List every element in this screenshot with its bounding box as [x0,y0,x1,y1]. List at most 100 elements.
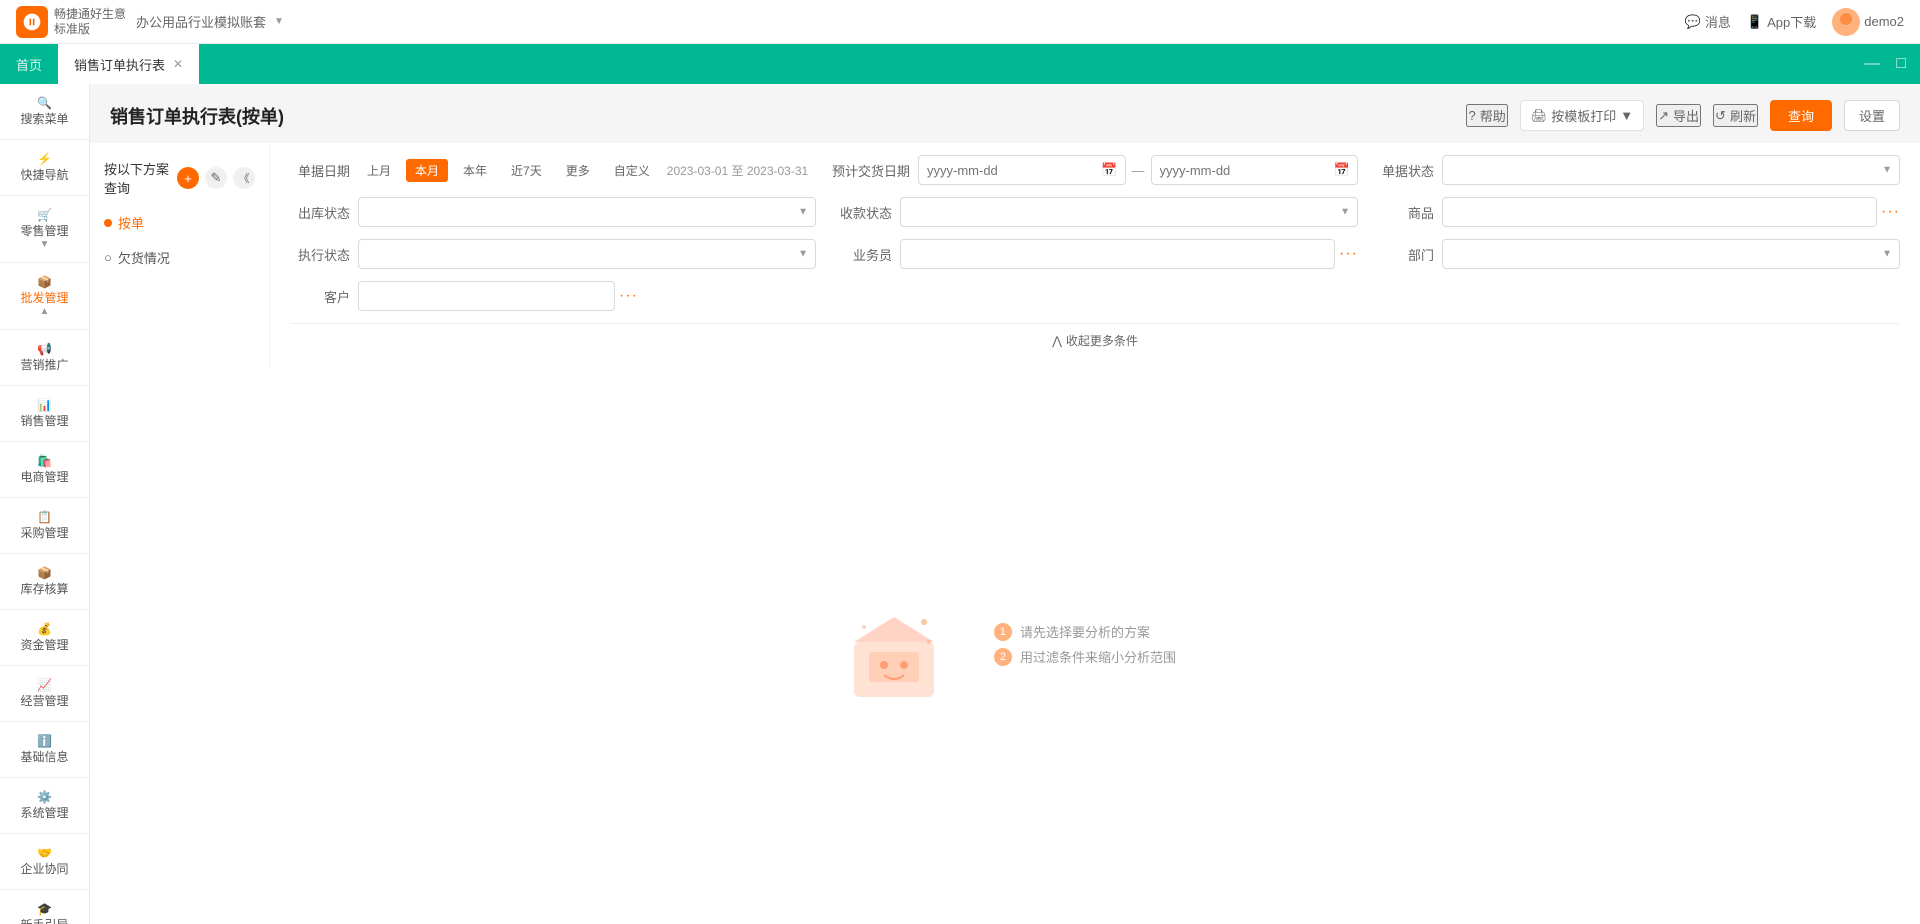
hint-item-1: 1 请先选择要分析的方案 [994,622,1176,641]
goods-label: 商品 [1374,203,1434,222]
filter-group-doc-status: 单据状态 [1374,155,1900,185]
sidebar-item-search[interactable]: 🔍 搜索菜单 [0,84,89,140]
sidebar-item-operations[interactable]: 📈 经营管理 [0,666,89,722]
print-icon: 🖨 [1531,108,1548,124]
tab-maximize-icon[interactable]: □ [1890,51,1912,77]
customer-more-icon[interactable]: ··· [619,287,638,305]
chip-this-month[interactable]: 本月 [406,159,448,182]
filter-form: 单据日期 上月 本月 本年 近7天 更多 自定义 2023-03-01 至 20… [270,143,1920,369]
tab-home[interactable]: 首页 [0,44,58,84]
page-actions: ? 帮助 🖨 按模板打印 ▼ ↗ 导出 ↺ 刷新 查询 设置 [1466,100,1900,131]
sidebar: 🔍 搜索菜单 ⚡ 快捷导航 🛒 零售管理 ▼ 📦 批发管理 ▲ 📢 营销推广 📊… [0,84,90,924]
help-button[interactable]: ? 帮助 [1466,104,1507,127]
chip-this-year[interactable]: 本年 [454,159,496,182]
date-from-input[interactable] [918,155,1126,185]
add-scheme-button[interactable]: + [177,167,199,189]
message-button[interactable]: 💬 消息 [1685,12,1731,31]
date-to-input[interactable] [1151,155,1359,185]
exec-status-label: 执行状态 [290,245,350,264]
doc-status-select[interactable] [1442,155,1900,185]
user-menu[interactable]: demo2 [1832,8,1904,36]
content-area: 销售订单执行表(按单) ? 帮助 🖨 按模板打印 ▼ ↗ 导出 ↺ 刷新 [90,84,1920,924]
expected-date-label: 预计交货日期 [832,161,910,180]
doc-status-select-wrap [1442,155,1900,185]
date-range-group: 📅 — 📅 [918,155,1358,185]
goods-more-icon[interactable]: ··· [1881,203,1900,221]
tab-bar-actions: — □ [1858,51,1920,77]
breadcrumb-arrow-icon: ▼ [274,16,284,27]
breadcrumb[interactable]: 办公用品行业模拟账套 ▼ [136,12,284,31]
dept-select[interactable] [1442,239,1900,269]
newbie-icon: 🎓 [37,902,52,916]
out-status-select-wrap [358,197,816,227]
wholesale-icon: 📦 [37,275,52,289]
query-button[interactable]: 查询 [1770,100,1832,131]
filter-group-out-status: 出库状态 [290,197,816,227]
edit-scheme-button[interactable]: ✎ [205,167,227,189]
sidebar-item-inventory[interactable]: 📦 库存核算 [0,554,89,610]
sidebar-item-quick-nav[interactable]: ⚡ 快捷导航 [0,140,89,196]
chip-more[interactable]: 更多 [557,159,599,182]
marketing-icon: 📢 [37,342,52,356]
print-arrow-icon: ▼ [1620,108,1633,123]
sidebar-item-retail[interactable]: 🛒 零售管理 ▼ [0,196,89,263]
sidebar-item-wholesale[interactable]: 📦 批发管理 ▲ [0,263,89,330]
ecommerce-icon: 🛍️ [37,454,52,468]
date-to-wrap: 📅 [1151,155,1359,185]
sidebar-item-purchase[interactable]: 📋 采购管理 [0,498,89,554]
collapse-scheme-button[interactable]: 《 [233,167,255,189]
customer-label: 客户 [290,287,350,306]
sidebar-item-finance[interactable]: 💰 资金管理 [0,610,89,666]
help-icon: ? [1468,108,1475,123]
collapse-bar[interactable]: ⋀ 收起更多条件 [290,323,1900,357]
empty-box-svg [834,587,954,707]
exec-status-select-wrap [358,239,816,269]
export-icon: ↗ [1658,108,1669,124]
out-status-select[interactable] [358,197,816,227]
payment-status-select[interactable] [900,197,1358,227]
finance-icon: 💰 [37,622,52,636]
sidebar-item-system[interactable]: ⚙️ 系统管理 [0,778,89,834]
exec-status-select[interactable] [358,239,816,269]
customer-input[interactable] [358,281,615,311]
filter-scheme-press[interactable]: 按单 [90,205,269,240]
goods-input[interactable] [1442,197,1877,227]
inventory-icon: 📦 [37,566,52,580]
print-button[interactable]: 🖨 按模板打印 ▼ [1520,100,1644,131]
page-header: 销售订单执行表(按单) ? 帮助 🖨 按模板打印 ▼ ↗ 导出 ↺ 刷新 [90,84,1920,143]
sidebar-item-enterprise[interactable]: 🤝 企业协同 [0,834,89,890]
chip-custom[interactable]: 自定义 [605,159,659,182]
refresh-button[interactable]: ↺ 刷新 [1713,104,1758,127]
app-download-button[interactable]: 📱 App下载 [1747,12,1816,31]
filter-group-goods: 商品 ··· [1374,197,1900,227]
logo-area: 畅捷通好生意 标准版 [16,6,126,38]
sales-icon: 📊 [37,398,52,412]
sidebar-item-marketing[interactable]: 📢 营销推广 [0,330,89,386]
main-layout: 🔍 搜索菜单 ⚡ 快捷导航 🛒 零售管理 ▼ 📦 批发管理 ▲ 📢 营销推广 📊… [0,84,1920,924]
sidebar-item-newbie[interactable]: 🎓 新手引导 [0,890,89,924]
active-dot [104,219,112,227]
tab-close-icon[interactable]: ✕ [173,57,183,71]
filter-scheme-owe[interactable]: ○ 欠货情况 [90,240,269,275]
export-button[interactable]: ↗ 导出 [1656,104,1701,127]
settings-button[interactable]: 设置 [1844,100,1900,131]
filter-left-actions: + ✎ 《 [177,167,255,189]
filter-left: 按以下方案查询 + ✎ 《 按单 ○ 欠货情况 [90,143,270,369]
logo-icon [16,6,48,38]
chip-7-days[interactable]: 近7天 [502,159,551,182]
tab-sales-order[interactable]: 销售订单执行表 ✕ [58,44,199,84]
chip-last-month[interactable]: 上月 [358,159,400,182]
hint-num-1: 1 [994,623,1012,641]
salesperson-input[interactable] [900,239,1335,269]
hint-num-2: 2 [994,648,1012,666]
filter-row-2: 出库状态 收款状态 [290,197,1900,227]
operations-icon: 📈 [37,678,52,692]
sidebar-item-sales[interactable]: 📊 销售管理 [0,386,89,442]
refresh-icon: ↺ [1715,108,1726,124]
filter-scheme-title: 按以下方案查询 + ✎ 《 [90,155,269,205]
empty-illustration [834,587,954,707]
sidebar-item-ecommerce[interactable]: 🛍️ 电商管理 [0,442,89,498]
tab-minimize-icon[interactable]: — [1858,51,1886,77]
salesperson-more-icon[interactable]: ··· [1339,245,1358,263]
sidebar-item-basic[interactable]: ℹ️ 基础信息 [0,722,89,778]
